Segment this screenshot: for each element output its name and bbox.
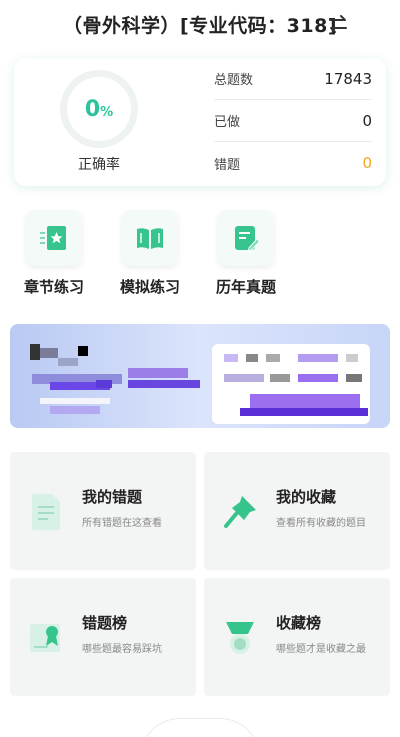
shortcut-past-exams[interactable]: 历年真题	[206, 210, 286, 300]
accuracy-label: 正确率	[78, 157, 120, 173]
stat-row-wrong: 错题 0	[214, 154, 372, 173]
document-icon	[32, 494, 60, 530]
stats-card: 0% 正确率 总题数 17843 已做 0 错题 0	[14, 58, 386, 186]
shortcut-chapter-practice[interactable]: 章节练习	[14, 210, 94, 300]
accuracy-ring: 0%	[60, 70, 138, 148]
tile-wrong-ranking[interactable]: 错题榜 哪些题最容易踩坑	[10, 578, 196, 696]
header: （骨外科学）[专业代码：318]	[0, 8, 400, 40]
bottom-floating-button[interactable]	[140, 718, 260, 737]
pin-icon	[224, 496, 256, 528]
certificate-icon	[30, 624, 60, 652]
tile-my-wrong-questions[interactable]: 我的错题 所有错题在这查看	[10, 452, 196, 570]
switch-icon[interactable]	[326, 12, 350, 36]
tile-favorite-ranking[interactable]: 收藏榜 哪些题才是收藏之最	[204, 578, 390, 696]
subject-title[interactable]: （骨外科学）[专业代码：318]	[63, 11, 337, 38]
shortcut-row: 章节练习 模拟练习 历年真题	[0, 210, 400, 300]
stat-row-done: 已做 0	[214, 100, 372, 142]
medal-icon	[226, 622, 254, 654]
document-edit-icon	[235, 226, 261, 252]
open-book-icon	[137, 228, 163, 249]
stat-row-total: 总题数 17843	[214, 58, 372, 100]
tile-my-favorites[interactable]: 我的收藏 查看所有收藏的题目	[204, 452, 390, 570]
shortcut-mock-practice[interactable]: 模拟练习	[110, 210, 190, 300]
stats-list: 总题数 17843 已做 0 错题 0	[214, 58, 372, 184]
accuracy-value: 0%	[84, 96, 114, 122]
book-star-icon	[40, 226, 66, 250]
promo-banner[interactable]	[10, 324, 390, 428]
